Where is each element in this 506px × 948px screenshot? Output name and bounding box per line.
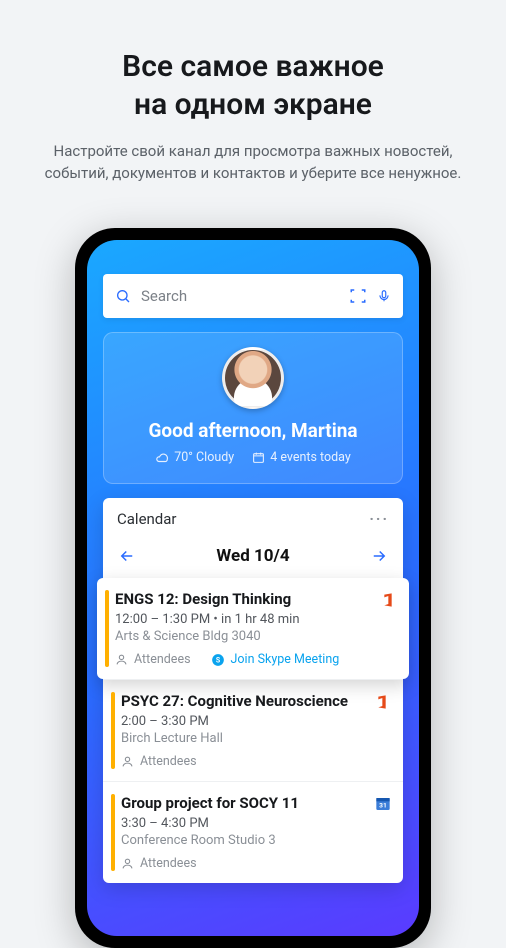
- event-location: Arts & Science Bldg 3040: [115, 629, 397, 644]
- search-icon: [115, 288, 131, 304]
- prev-day-button[interactable]: [117, 547, 137, 565]
- event-color-bar: [111, 794, 115, 871]
- event-title: ENGS 12: Design Thinking: [115, 590, 397, 608]
- calendar-card: Calendar ··· Wed 10/4 ENGS 12: Design Th…: [103, 498, 403, 883]
- phone-screen: Search Good afternoon, Martina 70° Cloud…: [87, 240, 419, 936]
- join-skype-button[interactable]: S Join Skype Meeting: [211, 652, 340, 667]
- search-placeholder: Search: [141, 287, 339, 305]
- search-bar[interactable]: Search: [103, 274, 403, 318]
- greeting-title: Good afternoon, Martina: [114, 419, 392, 442]
- calendar-event[interactable]: 31 Group project for SOCY 11 3:30 – 4:30…: [103, 781, 403, 883]
- person-icon: [115, 653, 128, 666]
- calendar-mini-icon: [252, 451, 265, 464]
- attendees-label: Attendees: [134, 652, 191, 667]
- date-label: Wed 10/4: [216, 546, 289, 566]
- skype-icon: S: [211, 653, 225, 667]
- person-icon: [121, 755, 134, 768]
- event-color-bar: [105, 590, 109, 667]
- attendees-label: Attendees: [140, 754, 197, 769]
- event-title: PSYC 27: Cognitive Neuroscience: [121, 692, 391, 710]
- status-bar: [87, 240, 419, 268]
- svg-text:S: S: [215, 656, 220, 664]
- events-today-text: 4 events today: [270, 450, 351, 465]
- headline-line1: Все самое важное: [122, 49, 384, 84]
- event-time: 12:00 – 1:30 PM • in 1 hr 48 min: [115, 612, 397, 627]
- office-icon: [381, 592, 397, 608]
- attendees-button[interactable]: Attendees: [115, 652, 191, 667]
- event-time: 2:00 – 3:30 PM: [121, 714, 391, 729]
- next-day-button[interactable]: [369, 547, 389, 565]
- skype-label: Join Skype Meeting: [231, 652, 340, 667]
- headline-line2: на одном экране: [134, 87, 372, 122]
- event-color-bar: [111, 692, 115, 769]
- mic-icon[interactable]: [377, 287, 391, 305]
- attendees-button[interactable]: Attendees: [121, 754, 197, 769]
- person-icon: [121, 857, 134, 870]
- calendar-app-icon: 31: [375, 796, 391, 812]
- event-title: Group project for SOCY 11: [121, 794, 391, 812]
- event-location: Conference Room Studio 3: [121, 833, 391, 848]
- attendees-label: Attendees: [140, 856, 197, 871]
- office-icon: [375, 694, 391, 710]
- scan-icon[interactable]: [349, 287, 367, 305]
- promo-headline: Все самое важное на одном экране: [0, 0, 506, 135]
- more-icon[interactable]: ···: [369, 510, 389, 528]
- promo-subhead: Настройте свой канал для просмотра важны…: [0, 135, 506, 185]
- weather-chip[interactable]: 70° Cloudy: [155, 450, 234, 465]
- svg-text:31: 31: [379, 801, 387, 809]
- calendar-event[interactable]: PSYC 27: Cognitive Neuroscience 2:00 – 3…: [103, 679, 403, 781]
- greeting-card: Good afternoon, Martina 70° Cloudy 4 eve…: [103, 332, 403, 484]
- event-time: 3:30 – 4:30 PM: [121, 816, 391, 831]
- weather-text: 70° Cloudy: [174, 450, 234, 465]
- phone-frame: Search Good afternoon, Martina 70° Cloud…: [75, 228, 431, 948]
- attendees-button[interactable]: Attendees: [121, 856, 197, 871]
- calendar-title: Calendar: [117, 510, 177, 528]
- avatar[interactable]: [222, 347, 284, 409]
- calendar-event[interactable]: ENGS 12: Design Thinking 12:00 – 1:30 PM…: [97, 578, 409, 679]
- cloud-icon: [155, 451, 169, 465]
- events-today-chip[interactable]: 4 events today: [252, 450, 351, 465]
- event-location: Birch Lecture Hall: [121, 731, 391, 746]
